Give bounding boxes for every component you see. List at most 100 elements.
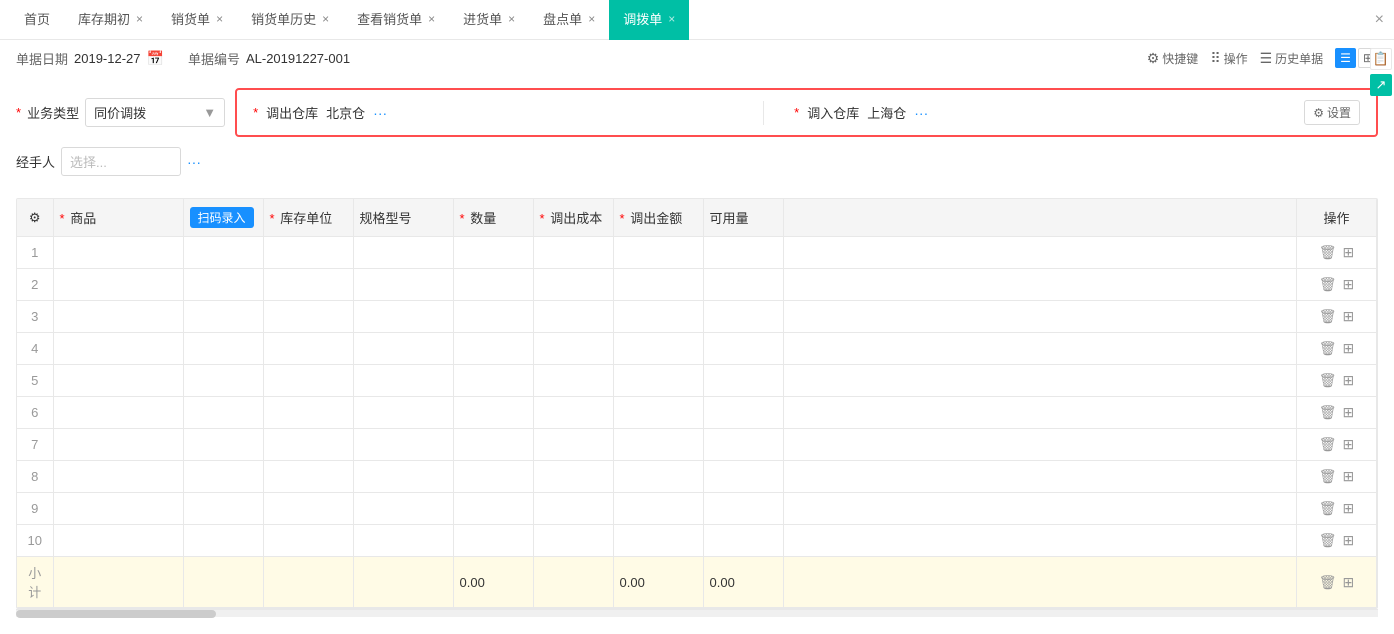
product-cell[interactable] [53, 429, 183, 461]
spec-cell[interactable] [353, 493, 453, 525]
delete-row-icon[interactable]: 🗑 [1319, 468, 1337, 485]
unit-cell[interactable] [263, 333, 353, 365]
tab-inventory-init[interactable]: 库存期初 × [64, 0, 157, 40]
out-warehouse-value[interactable]: 北京仓 [326, 103, 365, 122]
delete-row-icon[interactable]: 🗑 [1319, 532, 1337, 549]
amount-cell[interactable] [613, 525, 703, 557]
product-cell[interactable] [53, 237, 183, 269]
tab-close-inventory-init[interactable]: × [136, 12, 143, 26]
cost-cell[interactable] [533, 365, 613, 397]
copy-row-icon[interactable]: ⊞ [1343, 308, 1355, 325]
cost-cell[interactable] [533, 333, 613, 365]
delete-row-icon[interactable]: 🗑 [1319, 436, 1337, 453]
unit-cell[interactable] [263, 269, 353, 301]
tab-transfer[interactable]: 调拨单 × [609, 0, 689, 40]
settings-button[interactable]: ⚙ 设置 [1304, 100, 1360, 125]
unit-cell[interactable] [263, 525, 353, 557]
cost-cell[interactable] [533, 429, 613, 461]
delete-row-icon[interactable]: 🗑 [1319, 500, 1337, 517]
qty-cell[interactable] [453, 397, 533, 429]
unit-cell[interactable] [263, 493, 353, 525]
qty-cell[interactable] [453, 333, 533, 365]
horizontal-scrollbar[interactable] [16, 609, 1378, 617]
copy-row-icon[interactable]: ⊞ [1343, 340, 1355, 357]
qty-cell[interactable] [453, 493, 533, 525]
cost-cell[interactable] [533, 269, 613, 301]
product-cell[interactable] [53, 269, 183, 301]
tab-close-stocktake[interactable]: × [588, 12, 595, 26]
cost-cell[interactable] [533, 301, 613, 333]
amount-cell[interactable] [613, 493, 703, 525]
qty-cell[interactable] [453, 269, 533, 301]
product-cell[interactable] [53, 333, 183, 365]
sidebar-note-icon[interactable]: 📋 [1370, 48, 1392, 70]
spec-cell[interactable] [353, 365, 453, 397]
copy-row-icon[interactable]: ⊞ [1343, 404, 1355, 421]
tab-close-purchase-order[interactable]: × [508, 12, 515, 26]
copy-icon[interactable]: ⊞ [1343, 574, 1355, 591]
product-cell[interactable] [53, 493, 183, 525]
qty-cell[interactable] [453, 365, 533, 397]
copy-row-icon[interactable]: ⊞ [1343, 372, 1355, 389]
scrollbar-thumb[interactable] [16, 610, 216, 618]
layout-list-button[interactable]: ☰ [1335, 48, 1356, 68]
unit-cell[interactable] [263, 397, 353, 429]
spec-cell[interactable] [353, 333, 453, 365]
qty-cell[interactable] [453, 429, 533, 461]
qty-cell[interactable] [453, 461, 533, 493]
copy-row-icon[interactable]: ⊞ [1343, 500, 1355, 517]
product-cell[interactable] [53, 461, 183, 493]
delete-icon[interactable]: 🗑 [1319, 574, 1337, 591]
product-cell[interactable] [53, 397, 183, 429]
out-warehouse-more-button[interactable]: ··· [373, 105, 387, 121]
spec-cell[interactable] [353, 269, 453, 301]
handler-more-button[interactable]: ··· [187, 154, 201, 170]
delete-row-icon[interactable]: 🗑 [1319, 372, 1337, 389]
cost-cell[interactable] [533, 237, 613, 269]
handler-select[interactable]: 选择... [61, 147, 181, 176]
tab-close-view-sales[interactable]: × [428, 12, 435, 26]
spec-cell[interactable] [353, 525, 453, 557]
sidebar-expand-icon[interactable]: ↗ [1370, 74, 1392, 96]
spec-cell[interactable] [353, 397, 453, 429]
spec-cell[interactable] [353, 429, 453, 461]
delete-row-icon[interactable]: 🗑 [1319, 340, 1337, 357]
spec-cell[interactable] [353, 461, 453, 493]
scan-button[interactable]: 扫码录入 [190, 207, 254, 228]
amount-cell[interactable] [613, 365, 703, 397]
cost-cell[interactable] [533, 397, 613, 429]
qty-cell[interactable] [453, 301, 533, 333]
spec-cell[interactable] [353, 301, 453, 333]
calendar-icon[interactable]: 📅 [147, 50, 164, 67]
copy-row-icon[interactable]: ⊞ [1343, 276, 1355, 293]
amount-cell[interactable] [613, 269, 703, 301]
copy-row-icon[interactable]: ⊞ [1343, 244, 1355, 261]
delete-row-icon[interactable]: 🗑 [1319, 244, 1337, 261]
shortcut-button[interactable]: ⚙ 快捷键 [1147, 50, 1199, 67]
spec-cell[interactable] [353, 237, 453, 269]
tab-sales-order[interactable]: 销货单 × [157, 0, 237, 40]
copy-row-icon[interactable]: ⊞ [1343, 468, 1355, 485]
tab-close-sales-history[interactable]: × [322, 12, 329, 26]
copy-row-icon[interactable]: ⊞ [1343, 436, 1355, 453]
delete-row-icon[interactable]: 🗑 [1319, 276, 1337, 293]
tab-close-sales-order[interactable]: × [216, 12, 223, 26]
unit-cell[interactable] [263, 365, 353, 397]
amount-cell[interactable] [613, 237, 703, 269]
tab-sales-history[interactable]: 销货单历史 × [237, 0, 343, 40]
cost-cell[interactable] [533, 493, 613, 525]
in-warehouse-more-button[interactable]: ··· [914, 105, 928, 121]
unit-cell[interactable] [263, 461, 353, 493]
amount-cell[interactable] [613, 333, 703, 365]
unit-cell[interactable] [263, 301, 353, 333]
product-cell[interactable] [53, 525, 183, 557]
delete-row-icon[interactable]: 🗑 [1319, 404, 1337, 421]
product-cell[interactable] [53, 365, 183, 397]
amount-cell[interactable] [613, 429, 703, 461]
qty-cell[interactable] [453, 525, 533, 557]
window-close-button[interactable]: × [1375, 11, 1384, 29]
amount-cell[interactable] [613, 461, 703, 493]
amount-cell[interactable] [613, 397, 703, 429]
history-button[interactable]: ☰ 历史单据 [1260, 50, 1324, 67]
th-settings[interactable]: ⚙ [17, 199, 53, 237]
